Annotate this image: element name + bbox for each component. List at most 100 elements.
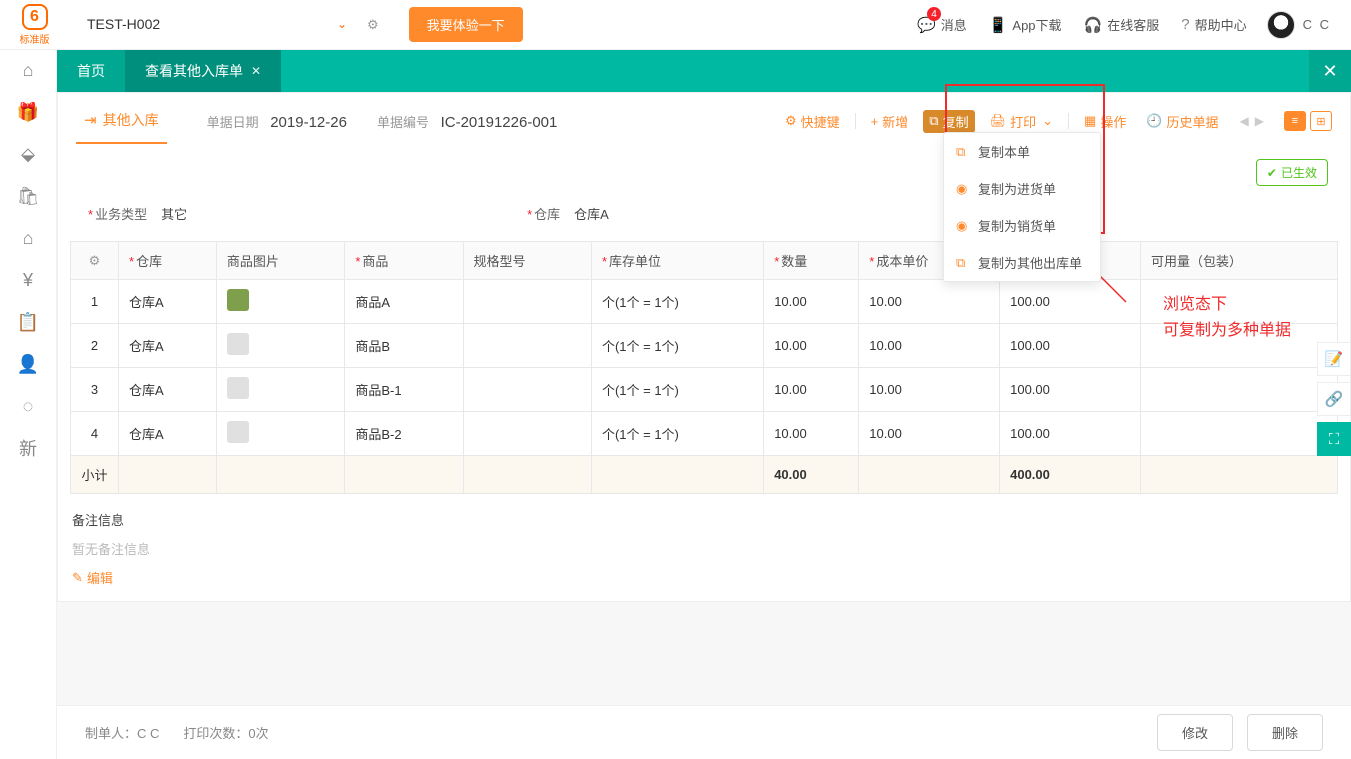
row-warehouse: 仓库A [119,412,217,456]
view-list-button[interactable]: ≡ [1284,111,1306,131]
copy-this-item[interactable]: ⧉复制本单 [944,133,1100,170]
nav-contact-icon[interactable]: 👤 [16,352,40,376]
copy-purchase-item[interactable]: ◉复制为进货单 [944,170,1100,207]
row-unit: 个(1个 = 1个) [591,368,763,412]
row-unit: 个(1个 = 1个) [591,280,763,324]
history-icon: 🕘 [1146,113,1162,129]
doc-date-value: 2019-12-26 [270,114,347,131]
table-row[interactable]: 4仓库A商品B-2个(1个 = 1个)10.0010.00100.00 [71,412,1338,456]
view-card-button[interactable]: ⊞ [1310,111,1332,131]
row-index: 2 [71,324,119,368]
row-index: 3 [71,368,119,412]
gear-icon: ⚙ [785,113,797,129]
copy-other-out-label: 复制为其他出库单 [978,253,1082,272]
chevron-down-icon: ⌄ [337,17,347,31]
col-image: 商品图片 [216,242,344,280]
table-row[interactable]: 2仓库A商品B个(1个 = 1个)10.0010.00100.00 [71,324,1338,368]
remarks-title: 备注信息 [72,510,1336,529]
store-selector[interactable]: TEST-H002 ⌄ [87,16,347,33]
row-qty: 10.00 [764,412,859,456]
remarks-edit-label: 编辑 [87,568,113,587]
row-image [216,368,344,412]
app-download-label: App下载 [1012,15,1061,34]
product-image-icon [227,333,249,355]
nav-savings-icon[interactable]: ⬙ [16,142,40,166]
remarks-edit-button[interactable]: ✎ 编辑 [72,568,1336,587]
row-price: 10.00 [859,412,1000,456]
row-amount: 100.00 [1000,412,1141,456]
shortcut-label: 快捷键 [801,112,840,131]
nav-clipboard-icon[interactable]: 📋 [16,310,40,334]
new-button[interactable]: +新增 [866,109,914,134]
outbound-icon: ⧉ [956,255,970,271]
row-index: 1 [71,280,119,324]
nav-gift-icon[interactable]: 🎁 [16,100,40,124]
warehouse-field: *仓库 仓库A [527,204,609,223]
copy-icon: ⧉ [929,113,938,129]
shortcut-button[interactable]: ⚙快捷键 [780,109,845,134]
rail-expand-icon[interactable]: ⛶ [1317,422,1351,456]
right-rail: 📝 🔗 ⛶ [1317,342,1351,456]
avatar[interactable] [1267,11,1295,39]
logo[interactable]: 6 标准版 [12,4,57,46]
nav-home-icon[interactable]: ⌂ [16,58,40,82]
product-image-icon [227,377,249,399]
header-bar: 6 标准版 TEST-H002 ⌄ ⚙ 我要体验一下 💬 消息 4 📱 App下… [0,0,1351,50]
copy-other-out-item[interactable]: ⧉ 复制为其他出库单 [944,244,1100,281]
table-row[interactable]: 1仓库A商品A个(1个 = 1个)10.0010.00100.00 [71,280,1338,324]
messages-button[interactable]: 💬 消息 4 [917,15,967,34]
product-image-icon [227,289,249,311]
app-download-button[interactable]: 📱 App下载 [989,15,1062,34]
footer-bar: 制单人：C C 打印次数：0次 修改 删除 [57,705,1351,759]
row-amount: 100.00 [1000,368,1141,412]
next-page-icon[interactable]: ▶ [1255,114,1264,128]
rail-link-icon[interactable]: 🔗 [1317,382,1351,416]
nav-house-icon[interactable]: ⌂ [16,226,40,250]
new-label: 新增 [882,112,908,131]
document-tab[interactable]: ⇥ 其他入库 [76,98,167,144]
tab-close-icon[interactable]: ✕ [251,64,261,78]
tab-home[interactable]: 首页 [57,50,125,92]
annotation-line1: 浏览态下 [1163,292,1291,318]
column-settings[interactable]: ⚙ [71,242,119,280]
doc-number: 单据编号 IC-20191226-001 [377,112,557,131]
status-label: 已生效 [1281,164,1317,181]
help-center-button[interactable]: ? 帮助中心 [1181,15,1246,34]
warehouse-value: 仓库A [574,204,609,223]
nav-new-icon[interactable]: 新 [16,436,40,460]
inbound-icon: ⇥ [84,111,97,129]
username[interactable]: C C [1303,17,1331,32]
logo-icon: 6 [22,4,48,30]
modify-button[interactable]: 修改 [1157,714,1233,751]
history-label: 历史单据 [1167,112,1219,131]
subtotal-row: 小计40.00400.00 [71,456,1338,494]
row-price: 10.00 [859,280,1000,324]
col-spec: 规格型号 [463,242,591,280]
sales-icon: ◉ [956,218,970,234]
tabs-close-all-button[interactable]: ✕ [1309,50,1351,92]
table-row[interactable]: 3仓库A商品B-1个(1个 = 1个)10.0010.00100.00 [71,368,1338,412]
row-image [216,280,344,324]
phone-icon: 📱 [989,16,1008,34]
settings-icon[interactable]: ⚙ [367,17,379,33]
online-service-button[interactable]: 🎧 在线客服 [1084,15,1160,34]
creator-info: 制单人：C C [85,723,159,742]
doc-date-label: 单据日期 [207,115,259,130]
biz-type-label: 业务类型 [95,207,147,222]
warehouse-label: 仓库 [534,207,560,222]
rail-note-icon[interactable]: 📝 [1317,342,1351,376]
tab-view-other-inbound[interactable]: 查看其他入库单 ✕ [125,50,281,92]
prev-page-icon[interactable]: ◀ [1240,114,1249,128]
nav-money-icon[interactable]: ¥ [16,268,40,292]
row-qty: 10.00 [764,368,859,412]
check-icon: ✔ [1267,166,1277,180]
row-product: 商品B-2 [345,412,463,456]
history-button[interactable]: 🕘 历史单据 [1141,109,1223,134]
delete-button[interactable]: 删除 [1247,714,1323,751]
nav-bag-icon[interactable]: 🛍 [16,184,40,208]
try-button[interactable]: 我要体验一下 [409,7,523,42]
copy-sales-item[interactable]: ◉复制为销货单 [944,207,1100,244]
nav-loading-icon[interactable]: ◌ [16,394,40,418]
doc-no-label: 单据编号 [377,115,429,130]
subtotal-qty: 40.00 [764,456,859,494]
